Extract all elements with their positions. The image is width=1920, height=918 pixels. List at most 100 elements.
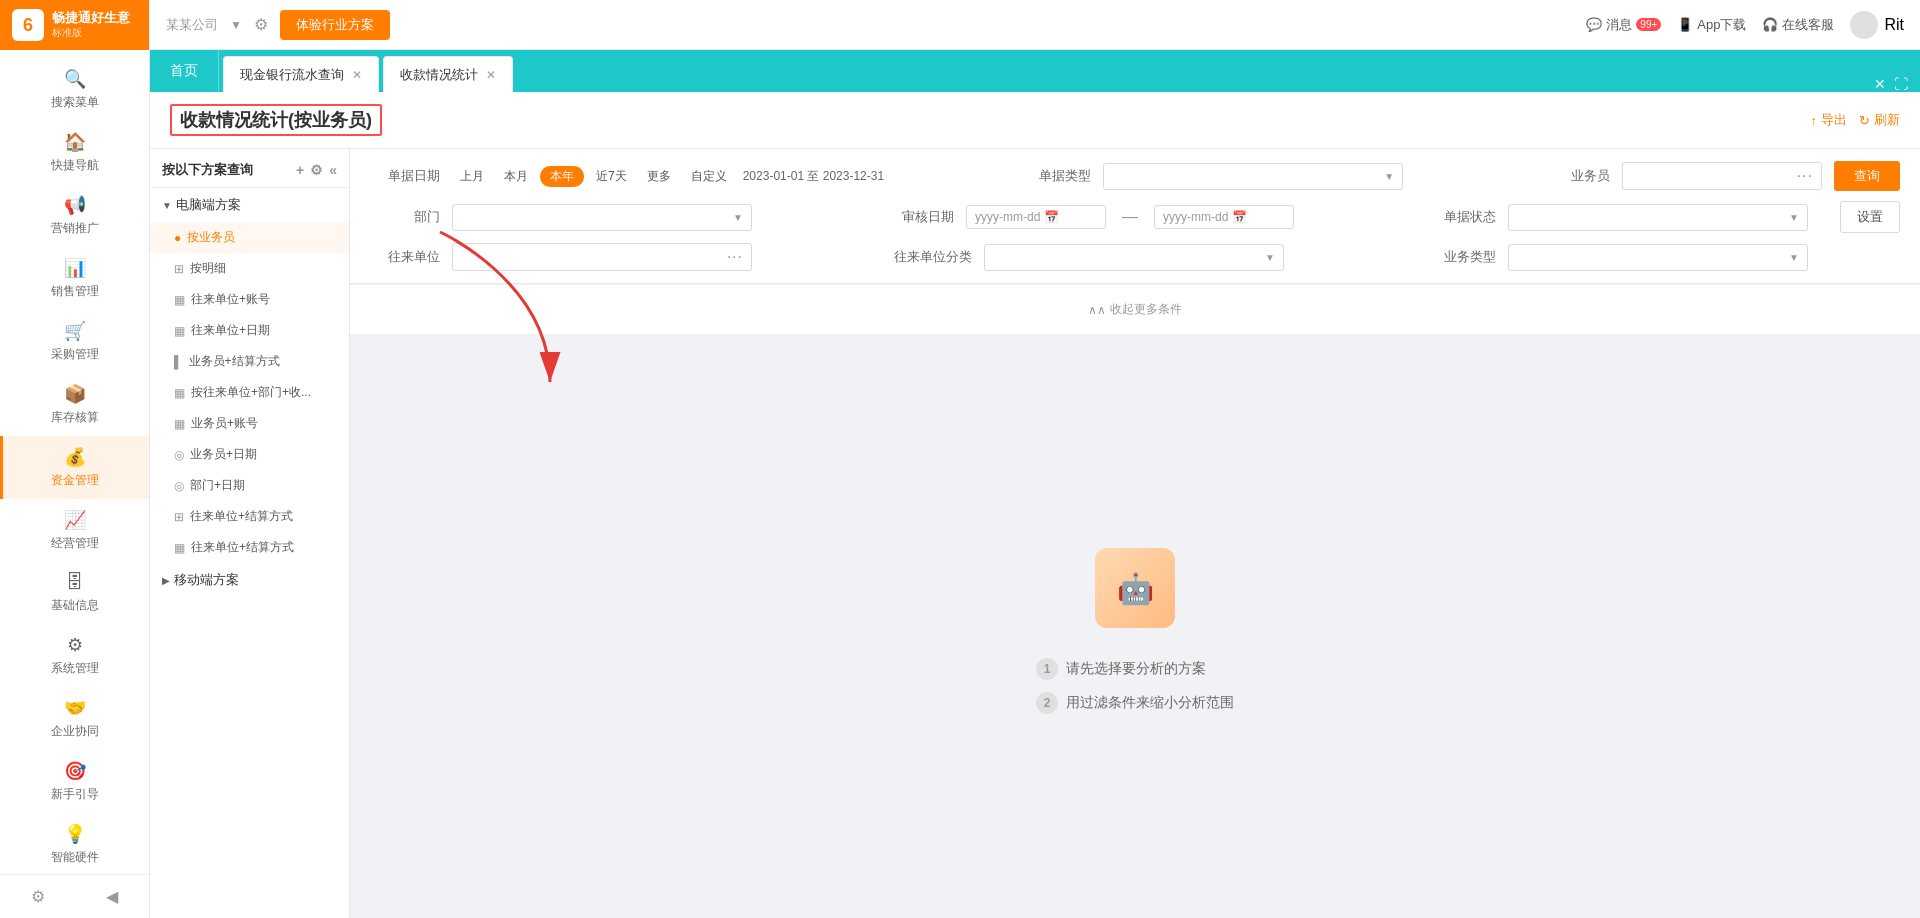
date-tab-custom[interactable]: 自定义 bbox=[683, 166, 735, 187]
refresh-btn[interactable]: ↻ 刷新 bbox=[1859, 111, 1900, 129]
scheme-item-label: 业务员+账号 bbox=[191, 415, 258, 432]
scheme-item-label: 往来单位+结算方式 bbox=[191, 539, 294, 556]
export-btn[interactable]: ↑ 导出 bbox=[1811, 111, 1848, 129]
scheme-item-salesman-account[interactable]: ▦ 业务员+账号 bbox=[150, 408, 349, 439]
salesman-label: 业务员 bbox=[1540, 167, 1610, 185]
scheme-item-partner-account[interactable]: ▦ 往来单位+账号 bbox=[150, 284, 349, 315]
breadcrumb-dropdown[interactable]: ▼ bbox=[230, 18, 242, 32]
hint-item-2: 2 用过滤条件来缩小分析范围 bbox=[1036, 692, 1234, 714]
header-gear-icon[interactable]: ⚙ bbox=[254, 15, 268, 34]
business-type-select[interactable]: ▼ bbox=[1508, 244, 1808, 271]
scheme-icon-table4: ▦ bbox=[174, 417, 185, 431]
app-name: 畅捷通好生意 bbox=[52, 10, 130, 26]
collapse-label: 收起更多条件 bbox=[1110, 301, 1182, 318]
scheme-group-desktop-header[interactable]: ▼ 电脑端方案 bbox=[150, 188, 349, 222]
tab-bank-flow-close[interactable]: ✕ bbox=[352, 68, 362, 82]
partner-more-btn[interactable]: ··· bbox=[727, 248, 743, 266]
salesman-more-btn[interactable]: ··· bbox=[1797, 167, 1813, 185]
tab-home[interactable]: 首页 bbox=[150, 50, 219, 92]
scheme-group-mobile-header[interactable]: ▶ 移动端方案 bbox=[150, 563, 349, 597]
review-date-end[interactable]: yyyy-mm-dd 📅 bbox=[1154, 205, 1294, 229]
app-download-btn[interactable]: 📱 App下载 bbox=[1677, 16, 1746, 34]
sidebar-item-guide[interactable]: 🎯 新手引导 bbox=[0, 750, 149, 813]
sidebar-item-sales[interactable]: 📊 销售管理 bbox=[0, 247, 149, 310]
sidebar-settings-btn[interactable]: ⚙ bbox=[31, 887, 45, 906]
scheme-group-mobile-label: 移动端方案 bbox=[174, 571, 239, 589]
tab-receipt-stats[interactable]: 收款情况统计 ✕ bbox=[383, 56, 513, 92]
basic-icon: 🗄 bbox=[66, 572, 84, 593]
content-area: 🤖 1 请先选择要分析的方案 2 用过滤条件来缩小分析范围 bbox=[350, 334, 1920, 918]
sidebar-item-system[interactable]: ⚙ 系统管理 bbox=[0, 624, 149, 687]
date-tab-this-year[interactable]: 本年 bbox=[540, 166, 584, 187]
scheme-item-label: 往来单位+日期 bbox=[191, 322, 270, 339]
chevron-down-icon: ▼ bbox=[162, 200, 172, 211]
date-tab-more[interactable]: 更多 bbox=[639, 166, 679, 187]
sidebar-item-search[interactable]: 🔍 搜索菜单 bbox=[0, 58, 149, 121]
scheme-icon-table5: ▦ bbox=[174, 541, 185, 555]
chevron-right-icon: ▶ bbox=[162, 575, 170, 586]
scheme-item-partner-dept[interactable]: ▦ 按往来单位+部门+收... bbox=[150, 377, 349, 408]
sidebar-item-hardware[interactable]: 💡 智能硬件 bbox=[0, 813, 149, 874]
sidebar-collapse-btn[interactable]: ◀ bbox=[106, 887, 118, 906]
sidebar-item-nav[interactable]: 🏠 快捷导航 bbox=[0, 121, 149, 184]
logo-icon: 6 bbox=[12, 9, 44, 41]
partner-select[interactable]: ··· bbox=[452, 243, 752, 271]
filter-row-partner: 往来单位 ··· 往来单位分类 ▼ 业务类型 bbox=[370, 243, 1900, 271]
date-tab-this-month[interactable]: 本月 bbox=[496, 166, 536, 187]
scheme-item-dept-date[interactable]: ◎ 部门+日期 bbox=[150, 470, 349, 501]
top-header: 某某公司 ▼ ⚙ 体验行业方案 💬 消息 99+ 📱 App下载 🎧 在线客服 … bbox=[150, 0, 1920, 50]
tab-bank-flow[interactable]: 现金银行流水查询 ✕ bbox=[223, 56, 379, 92]
scheme-item-partner-payment1[interactable]: ⊞ 往来单位+结算方式 bbox=[150, 501, 349, 532]
sidebar-item-basic[interactable]: 🗄 基础信息 bbox=[0, 562, 149, 624]
app-version: 标准版 bbox=[52, 26, 130, 40]
sidebar-item-operation[interactable]: 📈 经营管理 bbox=[0, 499, 149, 562]
sidebar-item-marketing[interactable]: 📢 营销推广 bbox=[0, 184, 149, 247]
date-tab-7days[interactable]: 近7天 bbox=[588, 166, 635, 187]
collapse-panel-btn[interactable]: « bbox=[329, 162, 337, 178]
sidebar-item-inventory[interactable]: 📦 库存核算 bbox=[0, 373, 149, 436]
tab-maximize-btn[interactable]: ⛶ bbox=[1894, 76, 1908, 92]
scheme-item-partner-date[interactable]: ▦ 往来单位+日期 bbox=[150, 315, 349, 346]
hint-num-1: 1 bbox=[1036, 658, 1058, 680]
add-scheme-btn[interactable]: + bbox=[296, 162, 304, 178]
date-range-display: 2023-01-01 至 2023-12-31 bbox=[743, 168, 884, 185]
sidebar-item-finance[interactable]: 💰 资金管理 bbox=[0, 436, 149, 499]
query-submit-btn[interactable]: 查询 bbox=[1834, 161, 1900, 191]
tab-bank-flow-label: 现金银行流水查询 bbox=[240, 66, 344, 84]
voucher-status-select[interactable]: ▼ bbox=[1508, 204, 1808, 231]
scheme-settings-btn[interactable]: ⚙ bbox=[310, 162, 323, 178]
settings-submit-btn[interactable]: 设置 bbox=[1840, 201, 1900, 233]
tab-close-window-btn[interactable]: ✕ bbox=[1874, 76, 1886, 92]
collapse-row: ∧∧ 收起更多条件 bbox=[350, 284, 1920, 334]
message-icon: 💬 bbox=[1586, 17, 1602, 32]
robot-illustration: 🤖 bbox=[1095, 548, 1175, 628]
user-area[interactable]: Rit bbox=[1850, 11, 1904, 39]
collapse-more-btn[interactable]: ∧∧ 收起更多条件 bbox=[1088, 293, 1182, 326]
export-icon: ↑ bbox=[1811, 113, 1818, 128]
salesman-select[interactable]: ··· bbox=[1622, 162, 1822, 190]
online-service-btn[interactable]: 🎧 在线客服 bbox=[1762, 16, 1834, 34]
date-tab-last-month[interactable]: 上月 bbox=[452, 166, 492, 187]
scheme-item-by-salesman[interactable]: ● 按业务员 bbox=[150, 222, 349, 253]
inventory-icon: 📦 bbox=[64, 383, 86, 405]
sidebar-item-purchase[interactable]: 🛒 采购管理 bbox=[0, 310, 149, 373]
voucher-type-select[interactable]: ▼ bbox=[1103, 163, 1403, 190]
tab-receipt-stats-close[interactable]: ✕ bbox=[486, 68, 496, 82]
dept-select[interactable]: ▼ bbox=[452, 204, 752, 231]
scheme-item-salesman-payment[interactable]: ▌ 业务员+结算方式 bbox=[150, 346, 349, 377]
messages-btn[interactable]: 💬 消息 99+ bbox=[1586, 16, 1661, 34]
scheme-item-salesman-date[interactable]: ◎ 业务员+日期 bbox=[150, 439, 349, 470]
partner-category-arrow: ▼ bbox=[1265, 252, 1275, 263]
scheme-icon-table3: ▦ bbox=[174, 386, 185, 400]
right-panel: 单据日期 上月 本月 本年 近7天 更多 自定义 2023-01-01 至 20… bbox=[350, 149, 1920, 918]
review-date-start[interactable]: yyyy-mm-dd 📅 bbox=[966, 205, 1106, 229]
scheme-item-by-detail[interactable]: ⊞ 按明细 bbox=[150, 253, 349, 284]
left-panel: 按以下方案查询 + ⚙ « ▼ 电脑端方案 ● 按业务员 bbox=[150, 149, 350, 918]
trial-btn[interactable]: 体验行业方案 bbox=[280, 10, 390, 40]
sidebar-item-enterprise[interactable]: 🤝 企业协同 bbox=[0, 687, 149, 750]
scheme-item-partner-payment2[interactable]: ▦ 往来单位+结算方式 bbox=[150, 532, 349, 563]
partner-category-select[interactable]: ▼ bbox=[984, 244, 1284, 271]
sidebar-item-label: 销售管理 bbox=[51, 283, 99, 300]
header-left: 某某公司 ▼ ⚙ 体验行业方案 bbox=[166, 10, 390, 40]
dept-value bbox=[461, 209, 729, 226]
